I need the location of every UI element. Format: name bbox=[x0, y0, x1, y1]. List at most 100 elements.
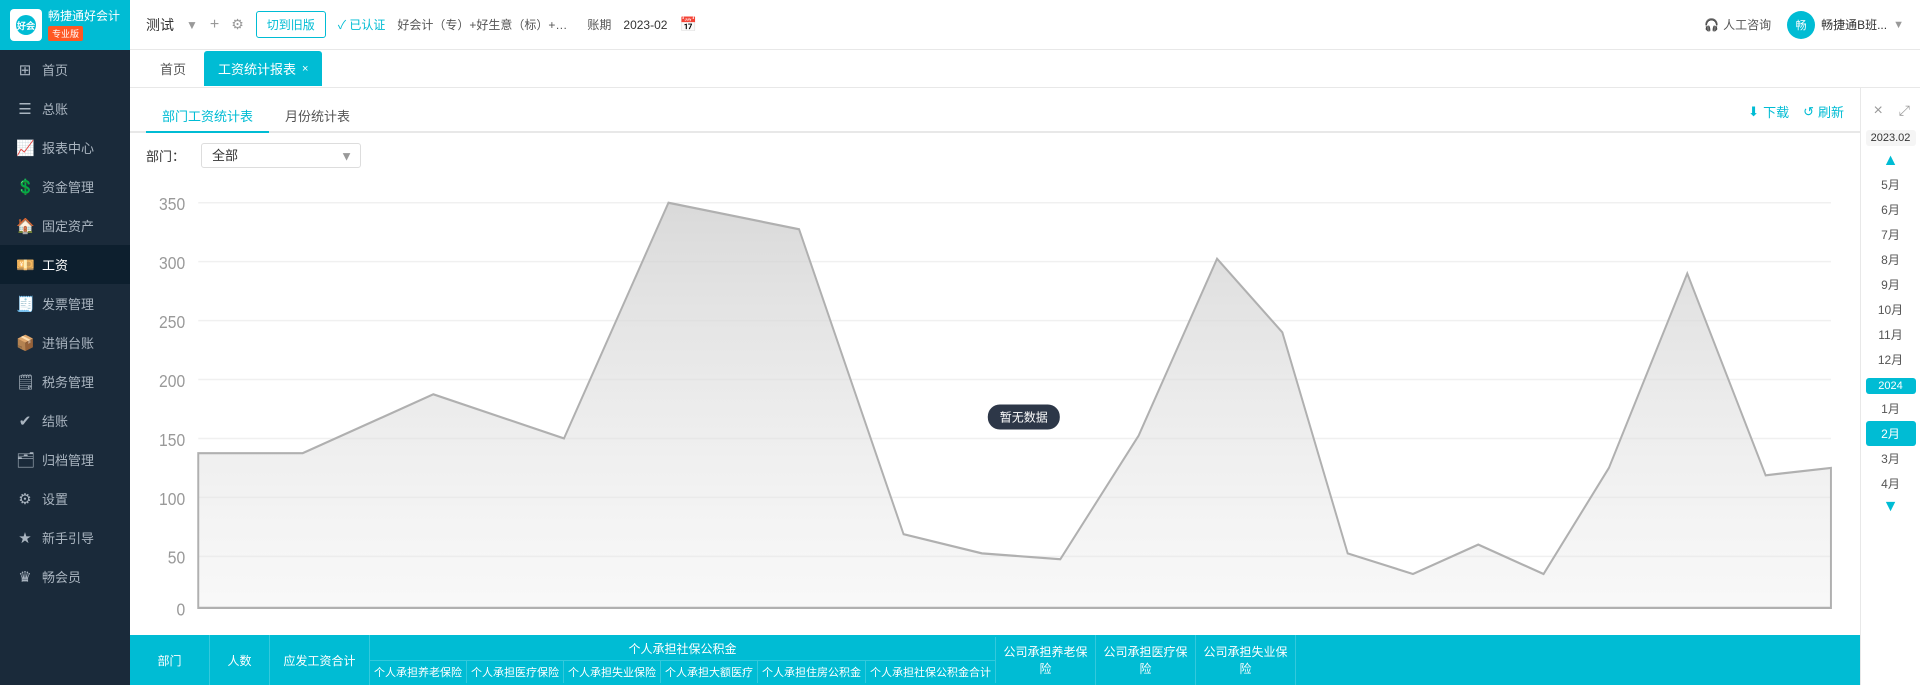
expand-panel-btn[interactable]: ⤢ bbox=[1893, 100, 1916, 122]
table-header: 部门 人数 应发工资合计 个人承担社保公积金 个人承担养老保险 个人承担医疗保险… bbox=[130, 635, 1860, 685]
invoice-icon: 🧾 bbox=[16, 295, 34, 313]
sidebar-item-guide[interactable]: ★ 新手引导 bbox=[0, 518, 130, 557]
th-personal-total: 个人承担社保公积金合计 bbox=[866, 661, 995, 683]
rp-month-4[interactable]: 4月 bbox=[1866, 471, 1916, 496]
sidebar-item-tax[interactable]: 🗒 税务管理 bbox=[0, 362, 130, 401]
ledger-icon: ☰ bbox=[16, 100, 34, 118]
th-company-unemployment: 公司承担失业保险 bbox=[1196, 635, 1296, 685]
period-value: 2023-02 bbox=[623, 18, 667, 32]
svg-text:好会: 好会 bbox=[16, 20, 36, 31]
toolbar: 部门： 全部 销售部 财务部 人事部 技术部 ▼ bbox=[130, 133, 1860, 178]
switch-old-btn[interactable]: 切到旧版 bbox=[256, 11, 326, 38]
sidebar-item-label: 首页 bbox=[42, 60, 68, 79]
svg-text:200: 200 bbox=[159, 371, 185, 391]
tab-close-icon[interactable]: × bbox=[302, 63, 308, 75]
rp-month-7[interactable]: 7月 bbox=[1866, 222, 1916, 247]
sidebar-item-label: 结账 bbox=[42, 411, 68, 430]
sidebar-item-label: 工资 bbox=[42, 255, 68, 274]
right-panel: × ⤢ 2023.02 ▲ 5月 6月 7月 8月 9月 10月 11月 12月… bbox=[1860, 88, 1920, 685]
tax-icon: 🗒 bbox=[16, 373, 34, 391]
assets-icon: 🏠 bbox=[16, 217, 34, 235]
chart-tooltip: 暂无数据 bbox=[988, 404, 1060, 429]
sidebar: 好会 畅捷通好会计 专业版 ⊞ 首页 ☰ 总账 📈 报表中心 💲 资金管理 🏠 … bbox=[0, 0, 130, 685]
sidebar-item-funds[interactable]: 💲 资金管理 bbox=[0, 167, 130, 206]
rp-month-5[interactable]: 5月 bbox=[1866, 172, 1916, 197]
rp-down-arrow[interactable]: ▼ bbox=[1881, 496, 1901, 518]
chart-container: 暂无数据 350 300 250 200 150 100 50 0 bbox=[130, 178, 1860, 635]
download-btn[interactable]: ⬇ 下载 bbox=[1748, 102, 1789, 121]
sidebar-item-report[interactable]: 📈 报表中心 bbox=[0, 128, 130, 167]
rp-month-9[interactable]: 9月 bbox=[1866, 272, 1916, 297]
dept-select[interactable]: 全部 销售部 财务部 人事部 技术部 bbox=[201, 143, 361, 168]
rp-month-2-active[interactable]: 2月 bbox=[1866, 421, 1916, 446]
sidebar-item-purchase[interactable]: 📦 进销台账 bbox=[0, 323, 130, 362]
th-personal-major-medical: 个人承担大额医疗 bbox=[661, 661, 758, 683]
funds-icon: 💲 bbox=[16, 178, 34, 196]
sidebar-item-assets[interactable]: 🏠 固定资产 bbox=[0, 206, 130, 245]
logo-badge: 专业版 bbox=[48, 26, 83, 41]
sidebar-item-archive[interactable]: 🗂 归档管理 bbox=[0, 440, 130, 479]
svg-text:350: 350 bbox=[159, 194, 185, 214]
sub-tab-monthly[interactable]: 月份统计表 bbox=[269, 100, 366, 133]
add-icon[interactable]: + bbox=[210, 16, 219, 34]
sidebar-item-label: 新手引导 bbox=[42, 528, 94, 547]
rp-month-3[interactable]: 3月 bbox=[1866, 446, 1916, 471]
sidebar-item-label: 进销台账 bbox=[42, 333, 94, 352]
account-tags: 好会计（专）+好生意（标）+… bbox=[397, 16, 567, 33]
tab-salary-report[interactable]: 工资统计报表 × bbox=[204, 51, 322, 86]
sidebar-item-settle[interactable]: ✔ 结账 bbox=[0, 401, 130, 440]
panel-header: × ⤢ bbox=[1861, 96, 1920, 130]
service-btn[interactable]: 🎧 人工咨询 bbox=[1704, 16, 1771, 33]
svg-text:50: 50 bbox=[168, 548, 185, 568]
dropdown-arrow-icon[interactable]: ▼ bbox=[186, 18, 198, 32]
sub-tab-dept[interactable]: 部门工资统计表 bbox=[146, 100, 269, 133]
svg-text:150: 150 bbox=[159, 430, 185, 450]
page-title: 测试 bbox=[146, 15, 174, 35]
rp-month-1[interactable]: 1月 bbox=[1866, 396, 1916, 421]
sidebar-item-label: 资金管理 bbox=[42, 177, 94, 196]
refresh-btn[interactable]: ↺ 刷新 bbox=[1803, 102, 1844, 121]
sidebar-item-vip[interactable]: ♛ 畅会员 bbox=[0, 557, 130, 596]
sidebar-item-salary[interactable]: 💴 工资 bbox=[0, 245, 130, 284]
th-group-cols: 个人承担养老保险 个人承担医疗保险 个人承担失业保险 个人承担大额医疗 个人承担… bbox=[370, 661, 995, 683]
rp-month-11[interactable]: 11月 bbox=[1866, 322, 1916, 347]
rp-up-arrow[interactable]: ▲ bbox=[1881, 150, 1901, 172]
rp-month-6[interactable]: 6月 bbox=[1866, 197, 1916, 222]
sub-tabs: 部门工资统计表 月份统计表 ⬇ 下载 ↺ 刷新 bbox=[130, 88, 1860, 133]
sidebar-item-label: 发票管理 bbox=[42, 294, 94, 313]
archive-icon: 🗂 bbox=[16, 451, 34, 469]
home-icon: ⊞ bbox=[16, 61, 34, 79]
calendar-icon[interactable]: 📅 bbox=[679, 16, 696, 33]
close-panel-btn[interactable]: × bbox=[1867, 100, 1888, 122]
rp-year-badge-2024: 2024 bbox=[1866, 378, 1916, 394]
sidebar-item-settings[interactable]: ⚙ 设置 bbox=[0, 479, 130, 518]
user-info[interactable]: 畅 畅捷通B班... ▼ bbox=[1787, 11, 1904, 39]
header: 测试 ▼ + ⚙ 切到旧版 ✓ 已认证 好会计（专）+好生意（标）+… 账期 2… bbox=[130, 0, 1920, 50]
th-personal-medical: 个人承担医疗保险 bbox=[467, 661, 564, 683]
tab-home[interactable]: 首页 bbox=[146, 51, 200, 86]
tabs-bar: 首页 工资统计报表 × bbox=[130, 50, 1920, 88]
user-name: 畅捷通B班... bbox=[1821, 16, 1887, 33]
rp-month-12[interactable]: 12月 bbox=[1866, 347, 1916, 372]
sidebar-item-ledger[interactable]: ☰ 总账 bbox=[0, 89, 130, 128]
sidebar-item-invoice[interactable]: 🧾 发票管理 bbox=[0, 284, 130, 323]
th-group-label: 个人承担社保公积金 bbox=[370, 637, 995, 661]
avatar: 畅 bbox=[1787, 11, 1815, 39]
vip-icon: ♛ bbox=[16, 568, 34, 586]
gear-icon[interactable]: ⚙ bbox=[231, 16, 244, 33]
th-company-pension: 公司承担养老保险 bbox=[996, 635, 1096, 685]
th-group-personal: 个人承担社保公积金 个人承担养老保险 个人承担医疗保险 个人承担失业保险 个人承… bbox=[370, 637, 996, 683]
rp-year-2023: 2023.02 bbox=[1866, 130, 1916, 146]
th-count: 人数 bbox=[210, 635, 270, 685]
svg-text:0: 0 bbox=[176, 599, 185, 619]
settle-icon: ✔ bbox=[16, 412, 34, 430]
svg-text:250: 250 bbox=[159, 312, 185, 332]
th-personal-housing-fund: 个人承担住房公积金 bbox=[758, 661, 866, 683]
rp-month-10[interactable]: 10月 bbox=[1866, 297, 1916, 322]
rp-month-8[interactable]: 8月 bbox=[1866, 247, 1916, 272]
header-right: 🎧 人工咨询 畅 畅捷通B班... ▼ bbox=[1704, 11, 1904, 39]
content-wrapper: 部门工资统计表 月份统计表 ⬇ 下载 ↺ 刷新 bbox=[130, 88, 1920, 685]
sidebar-item-label: 税务管理 bbox=[42, 372, 94, 391]
sidebar-item-home[interactable]: ⊞ 首页 bbox=[0, 50, 130, 89]
logo-icon: 好会 bbox=[10, 9, 42, 41]
